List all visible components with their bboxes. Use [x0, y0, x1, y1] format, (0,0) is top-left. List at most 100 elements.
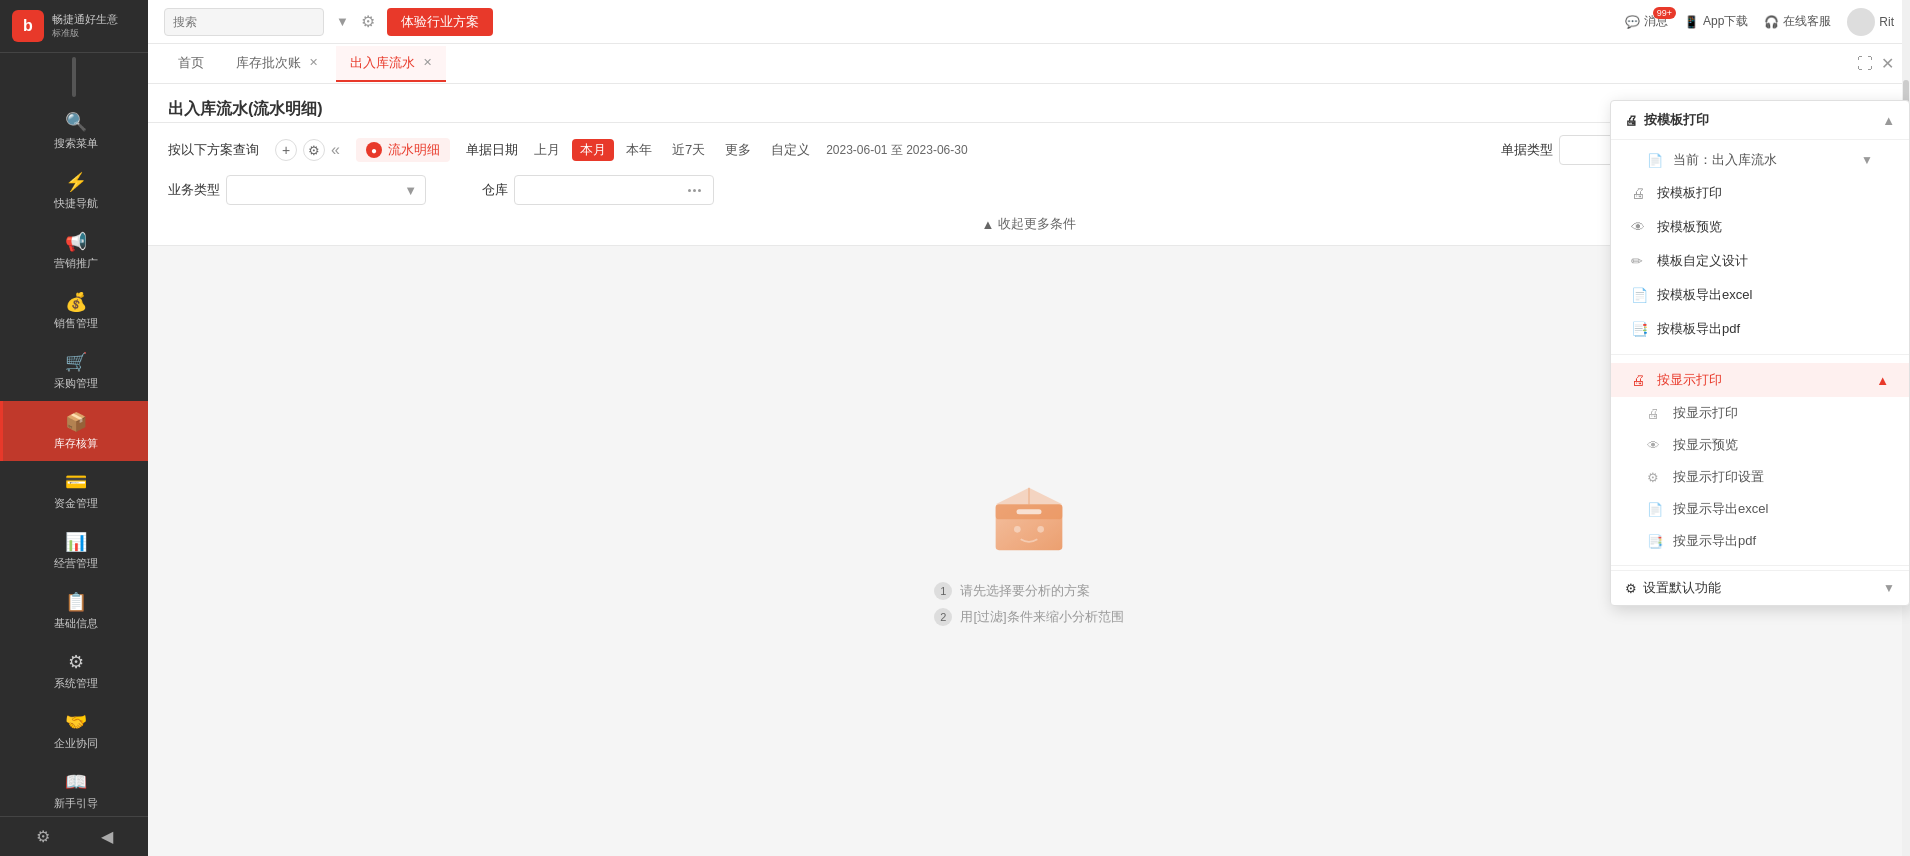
template-export-pdf-icon: 📑 [1631, 321, 1647, 337]
current-dropdown-icon: ▼ [1861, 153, 1873, 167]
date-btn-more[interactable]: 更多 [717, 139, 759, 161]
search-dropdown-icon[interactable]: ▼ [336, 14, 349, 29]
sidebar-item-inventory[interactable]: 📦 库存核算 [0, 401, 148, 461]
app-download-btn[interactable]: 📱 App下载 [1684, 13, 1748, 30]
template-export-excel-icon: 📄 [1631, 287, 1647, 303]
message-btn[interactable]: 💬 消息 99+ [1625, 13, 1668, 30]
tab-batch[interactable]: 库存批次账 ✕ [222, 46, 332, 82]
sidebar-item-quick-nav[interactable]: ⚡ 快捷导航 [0, 161, 148, 221]
date-btn-last-month[interactable]: 上月 [526, 139, 568, 161]
display-export-pdf-label: 按显示导出pdf [1673, 532, 1756, 550]
collapse-more-btn[interactable]: ▲ 收起更多条件 [982, 215, 1077, 233]
display-preview-item[interactable]: 👁 按显示预览 [1611, 429, 1909, 461]
empty-tips: 1 请先选择要分析的方案 2 用[过滤]条件来缩小分析范围 [934, 582, 1123, 626]
empty-illustration [979, 476, 1079, 566]
business-type-dropdown-icon: ▼ [404, 183, 417, 198]
basic-label: 基础信息 [54, 616, 98, 631]
display-print-settings-item[interactable]: ⚙ 按显示打印设置 [1611, 461, 1909, 493]
tab-batch-close-icon[interactable]: ✕ [309, 56, 318, 69]
date-quick-btns: 上月 本月 本年 近7天 更多 自定义 [526, 139, 818, 161]
template-print-icon: 🖨 [1631, 185, 1647, 201]
tab-flow-close-icon[interactable]: ✕ [423, 56, 432, 69]
filter-add-btn[interactable]: + [275, 139, 297, 161]
sidebar-item-sales[interactable]: 💰 销售管理 [0, 281, 148, 341]
finance-label: 资金管理 [54, 496, 98, 511]
current-template-item[interactable]: 📄 当前：出入库流水 ▼ [1611, 144, 1909, 176]
display-export-pdf-item[interactable]: 📑 按显示导出pdf [1611, 525, 1909, 557]
date-btn-this-year[interactable]: 本年 [618, 139, 660, 161]
template-print-item[interactable]: 🖨 按模板打印 [1611, 176, 1909, 210]
sidebar-item-search[interactable]: 🔍 搜索菜单 [0, 101, 148, 161]
template-custom-item[interactable]: ✏ 模板自定义设计 [1611, 244, 1909, 278]
footer-dropdown-icon[interactable]: ▼ [1883, 581, 1895, 595]
search-label: 搜索菜单 [54, 136, 98, 151]
date-btn-custom[interactable]: 自定义 [763, 139, 818, 161]
customer-service-btn[interactable]: 🎧 在线客服 [1764, 13, 1831, 30]
tab-flow-label: 出入库流水 [350, 54, 415, 72]
set-default-btn[interactable]: ⚙ 设置默认功能 [1625, 579, 1721, 597]
dropdown-panel-collapse-icon[interactable]: ▲ [1882, 113, 1895, 128]
search-input[interactable] [164, 8, 324, 36]
warehouse-filter: 仓库 [482, 175, 714, 205]
filter-tag[interactable]: ● 流水明细 [356, 138, 450, 162]
template-custom-icon: ✏ [1631, 253, 1647, 269]
warehouse-more-icon[interactable] [684, 185, 705, 196]
tab-flow[interactable]: 出入库流水 ✕ [336, 46, 446, 82]
guide-label: 新手引导 [54, 796, 98, 811]
date-btn-this-month[interactable]: 本月 [572, 139, 614, 161]
template-preview-item[interactable]: 👁 按模板预览 [1611, 210, 1909, 244]
display-export-excel-label: 按显示导出excel [1673, 500, 1768, 518]
purchase-label: 采购管理 [54, 376, 98, 391]
logo-icon: b [12, 10, 44, 42]
filter-settings-btn[interactable]: ⚙ [303, 139, 325, 161]
date-btn-7days[interactable]: 近7天 [664, 139, 713, 161]
user-avatar-btn[interactable]: Rit [1847, 8, 1894, 36]
display-print-group-item[interactable]: 🖨 按显示打印 ▲ [1611, 363, 1909, 397]
app-tag: 标准版 [52, 27, 118, 40]
guide-icon: 📖 [65, 771, 87, 793]
sidebar-item-finance[interactable]: 💳 资金管理 [0, 461, 148, 521]
template-export-pdf-label: 按模板导出pdf [1657, 320, 1740, 338]
enterprise-icon: 🤝 [65, 711, 87, 733]
tip-num-2: 2 [934, 608, 952, 626]
sidebar-item-basic[interactable]: 📋 基础信息 [0, 581, 148, 641]
display-group-icon: 🖨 [1631, 372, 1647, 388]
settings-icon[interactable]: ⚙ [36, 827, 50, 846]
dropdown-footer-divider [1611, 565, 1909, 566]
sidebar-item-operations[interactable]: 📊 经营管理 [0, 521, 148, 581]
template-export-excel-item[interactable]: 📄 按模板导出excel [1611, 278, 1909, 312]
collapse-sidebar-icon[interactable]: ◀ [101, 827, 113, 846]
enterprise-label: 企业协同 [54, 736, 98, 751]
display-print-label: 按显示打印 [1673, 404, 1738, 422]
app-download-icon: 📱 [1684, 15, 1699, 29]
tab-home[interactable]: 首页 [164, 46, 218, 82]
sidebar-item-marketing[interactable]: 📢 营销推广 [0, 221, 148, 281]
warehouse-select[interactable] [514, 175, 714, 205]
set-default-label: 设置默认功能 [1643, 579, 1721, 597]
message-badge: 99+ [1653, 7, 1676, 19]
sidebar-item-enterprise[interactable]: 🤝 企业协同 [0, 701, 148, 761]
user-name: Rit [1879, 15, 1894, 29]
display-section: 🖨 按显示打印 ▲ 🖨 按显示打印 👁 按显示预览 ⚙ 按显示打印设置 📄 按显… [1611, 359, 1909, 561]
dropdown-footer[interactable]: ⚙ 设置默认功能 ▼ [1611, 570, 1909, 605]
display-print-settings-label: 按显示打印设置 [1673, 468, 1764, 486]
display-print-item[interactable]: 🖨 按显示打印 [1611, 397, 1909, 429]
warehouse-label: 仓库 [482, 181, 508, 199]
filter-collapse-btn[interactable]: « [331, 141, 340, 159]
app-logo: b 畅捷通好生意 标准版 [0, 0, 148, 53]
sidebar-item-purchase[interactable]: 🛒 采购管理 [0, 341, 148, 401]
sidebar-item-system[interactable]: ⚙ 系统管理 [0, 641, 148, 701]
filter-tag-label: 流水明细 [388, 141, 440, 159]
business-type-select[interactable]: ▼ [226, 175, 426, 205]
header-settings-icon[interactable]: ⚙ [361, 12, 375, 31]
purchase-icon: 🛒 [65, 351, 87, 373]
trial-button[interactable]: 体验行业方案 [387, 8, 493, 36]
sidebar-item-guide[interactable]: 📖 新手引导 [0, 761, 148, 816]
template-export-pdf-item[interactable]: 📑 按模板导出pdf [1611, 312, 1909, 346]
display-export-excel-item[interactable]: 📄 按显示导出excel [1611, 493, 1909, 525]
tab-maximize-icon[interactable]: ⛶ [1857, 55, 1873, 73]
tip-text-1: 请先选择要分析的方案 [960, 582, 1090, 600]
tab-close-all-icon[interactable]: ✕ [1881, 54, 1894, 73]
dropdown-divider [1611, 354, 1909, 355]
set-default-icon: ⚙ [1625, 581, 1637, 596]
